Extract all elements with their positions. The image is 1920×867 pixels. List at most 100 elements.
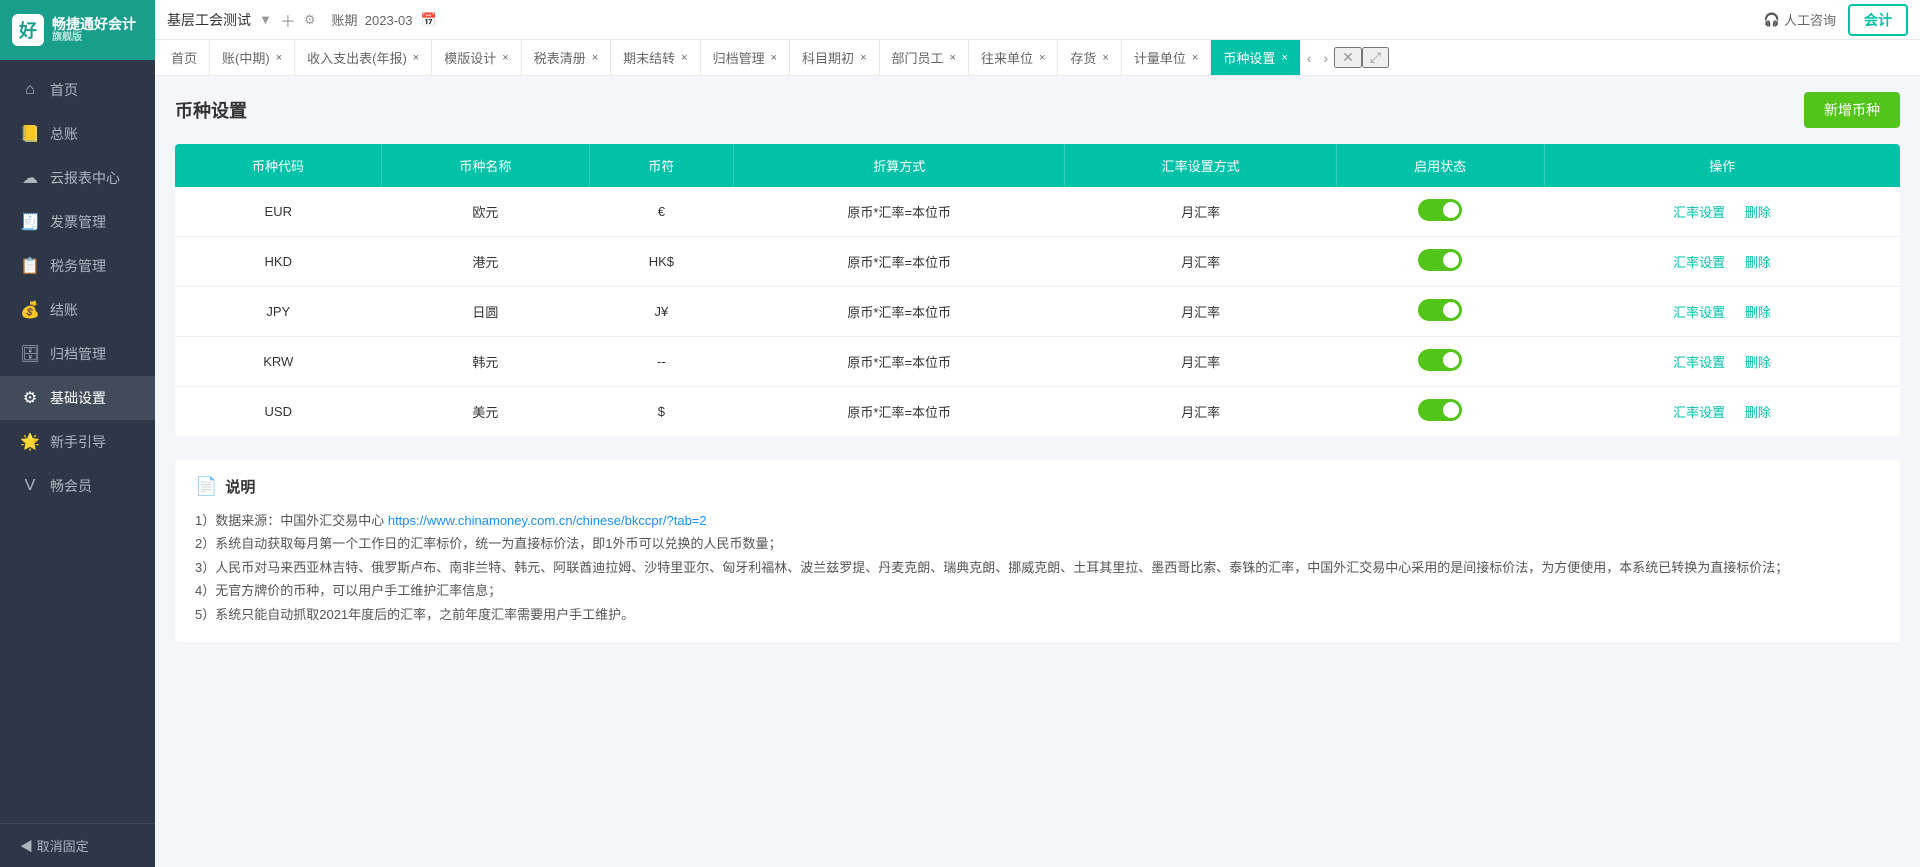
tab-close-contacts[interactable]: × xyxy=(1039,52,1045,64)
tab-report[interactable]: 收入支出表(年报)× xyxy=(295,40,432,75)
tab-period-end[interactable]: 期末结转× xyxy=(611,40,700,75)
tab-contacts[interactable]: 往来单位 × xyxy=(969,40,1058,75)
cell-rate-type-0: 月汇率 xyxy=(1065,187,1336,237)
sidebar-item-settings[interactable]: ⚙ 基础设置 xyxy=(0,376,155,420)
tab-close-period-end[interactable]: × xyxy=(681,52,687,64)
delete-btn-3[interactable]: 删除 xyxy=(1745,355,1771,370)
tab-label-period: 账(中期) xyxy=(222,48,270,67)
tab-close-all-button[interactable]: ✕ xyxy=(1334,47,1362,68)
cell-name-1: 港元 xyxy=(382,237,590,287)
cell-symbol-0: € xyxy=(589,187,733,237)
delete-btn-4[interactable]: 删除 xyxy=(1745,405,1771,420)
cell-status-3[interactable] xyxy=(1336,337,1544,387)
tab-prev-button[interactable]: ‹ xyxy=(1301,50,1318,66)
table-row-0: EUR 欧元 € 原币*汇率=本位币 月汇率 汇率设置 删除 xyxy=(175,187,1900,237)
rate-setting-btn-3[interactable]: 汇率设置 xyxy=(1673,355,1725,370)
cell-status-2[interactable] xyxy=(1336,287,1544,337)
delete-btn-0[interactable]: 删除 xyxy=(1745,205,1771,220)
tab-label-inventory: 存货 xyxy=(1070,48,1096,67)
tab-close-dept[interactable]: × xyxy=(950,52,956,64)
note-item-3: 4）无官方牌价的币种，可以用户手工维护汇率信息； xyxy=(195,579,1880,602)
rate-setting-btn-4[interactable]: 汇率设置 xyxy=(1673,405,1725,420)
table-header: 币种代码 币种名称 币符 折算方式 汇率设置方式 启用状态 操作 xyxy=(175,144,1900,187)
cell-code-0: EUR xyxy=(175,187,382,237)
tab-next-button[interactable]: › xyxy=(1317,50,1334,66)
account-button[interactable]: 会计 xyxy=(1848,4,1908,36)
delete-btn-2[interactable]: 删除 xyxy=(1745,305,1771,320)
sidebar-item-invoice[interactable]: 🧾 发票管理 xyxy=(0,200,155,244)
toggle-2[interactable] xyxy=(1418,299,1462,321)
cell-status-0[interactable] xyxy=(1336,187,1544,237)
sidebar-item-guide[interactable]: 🌟 新手引导 xyxy=(0,420,155,464)
col-status: 启用状态 xyxy=(1336,144,1544,187)
tab-currency[interactable]: 币种设置× xyxy=(1211,40,1300,75)
cell-symbol-4: $ xyxy=(589,387,733,437)
page-content: 币种设置 新增币种 币种代码 币种名称 币符 折算方式 汇率设置方式 启用状态 … xyxy=(155,76,1920,867)
tab-subjects[interactable]: 科目期初× xyxy=(790,40,879,75)
tab-dept[interactable]: 部门员工× xyxy=(880,40,969,75)
col-name: 币种名称 xyxy=(382,144,590,187)
sidebar-item-archive[interactable]: 🗄 归档管理 xyxy=(0,332,155,376)
tab-expand-button[interactable]: ⤢ xyxy=(1362,47,1389,68)
app-version: 旗舰版 xyxy=(52,32,136,44)
cell-rate-type-1: 月汇率 xyxy=(1065,237,1336,287)
sidebar-label-tax: 税务管理 xyxy=(50,256,106,276)
toggle-0[interactable] xyxy=(1418,199,1462,221)
cell-code-2: JPY xyxy=(175,287,382,337)
note-icon: 📄 xyxy=(195,476,217,497)
sidebar-icon-guide: 🌟 xyxy=(20,432,40,452)
help-button[interactable]: 🎧 人工咨询 xyxy=(1764,10,1836,29)
sidebar-item-report[interactable]: ☁ 云报表中心 xyxy=(0,156,155,200)
company-dropdown-icon[interactable]: ▼ xyxy=(259,12,272,27)
tab-archive[interactable]: 归档管理× xyxy=(701,40,790,75)
cell-code-3: KRW xyxy=(175,337,382,387)
table-body: EUR 欧元 € 原币*汇率=本位币 月汇率 汇率设置 删除 HKD 港元 HK… xyxy=(175,187,1900,436)
tab-period[interactable]: 账(中期) × xyxy=(210,40,295,75)
settings-icon[interactable]: ⚙ xyxy=(304,12,316,28)
sidebar-item-home[interactable]: ⌂ 首页 xyxy=(0,68,155,112)
sidebar-pin-toggle[interactable]: ◀ 取消固定 xyxy=(0,823,155,867)
tab-template[interactable]: 模版设计× xyxy=(432,40,521,75)
tab-close-report[interactable]: × xyxy=(413,52,419,64)
cell-status-4[interactable] xyxy=(1336,387,1544,437)
tab-close-archive[interactable]: × xyxy=(771,52,777,64)
table-row-3: KRW 韩元 -- 原币*汇率=本位币 月汇率 汇率设置 删除 xyxy=(175,337,1900,387)
tab-inventory[interactable]: 存货 × xyxy=(1058,40,1121,75)
tab-tax[interactable]: 税表清册× xyxy=(522,40,611,75)
rate-setting-btn-2[interactable]: 汇率设置 xyxy=(1673,305,1725,320)
tab-close-period[interactable]: × xyxy=(276,52,282,64)
table-row-1: HKD 港元 HK$ 原币*汇率=本位币 月汇率 汇率设置 删除 xyxy=(175,237,1900,287)
tab-close-tax[interactable]: × xyxy=(592,52,598,64)
sidebar-label-settings: 基础设置 xyxy=(50,388,106,408)
sidebar-item-member[interactable]: V 畅会员 xyxy=(0,464,155,508)
tab-close-inventory[interactable]: × xyxy=(1102,52,1108,64)
tab-label-contacts: 往来单位 xyxy=(981,48,1033,67)
rate-setting-btn-0[interactable]: 汇率设置 xyxy=(1673,205,1725,220)
cell-status-1[interactable] xyxy=(1336,237,1544,287)
tab-home[interactable]: 首页 xyxy=(159,40,210,75)
toggle-1[interactable] xyxy=(1418,249,1462,271)
tab-close-currency[interactable]: × xyxy=(1281,52,1287,64)
sidebar-item-tax[interactable]: 📋 税务管理 xyxy=(0,244,155,288)
tabbar: 首页账(中期)×收入支出表(年报)×模版设计×税表清册×期末结转×归档管理×科目… xyxy=(155,40,1920,76)
sidebar-item-checkout[interactable]: 💰 结账 xyxy=(0,288,155,332)
table-row-2: JPY 日圆 J¥ 原币*汇率=本位币 月汇率 汇率设置 删除 xyxy=(175,287,1900,337)
note-header: 📄 说明 xyxy=(195,476,1880,497)
cell-rate-type-3: 月汇率 xyxy=(1065,337,1336,387)
delete-btn-1[interactable]: 删除 xyxy=(1745,255,1771,270)
note-link[interactable]: https://www.chinamoney.com.cn/chinese/bk… xyxy=(388,513,707,528)
sidebar-label-report: 云报表中心 xyxy=(50,168,120,188)
toggle-3[interactable] xyxy=(1418,349,1462,371)
calendar-icon[interactable]: 📅 xyxy=(421,12,437,28)
sidebar-label-ledger: 总账 xyxy=(50,124,78,144)
tab-close-units[interactable]: × xyxy=(1192,52,1198,64)
toggle-4[interactable] xyxy=(1418,399,1462,421)
tab-units[interactable]: 计量单位× xyxy=(1122,40,1211,75)
tab-close-template[interactable]: × xyxy=(502,52,508,64)
sidebar-item-ledger[interactable]: 📒 总账 xyxy=(0,112,155,156)
tab-close-subjects[interactable]: × xyxy=(860,52,866,64)
add-tab-button[interactable]: ＋ xyxy=(280,8,296,32)
rate-setting-btn-1[interactable]: 汇率设置 xyxy=(1673,255,1725,270)
new-currency-button[interactable]: 新增币种 xyxy=(1804,92,1900,128)
table-row-4: USD 美元 $ 原币*汇率=本位币 月汇率 汇率设置 删除 xyxy=(175,387,1900,437)
